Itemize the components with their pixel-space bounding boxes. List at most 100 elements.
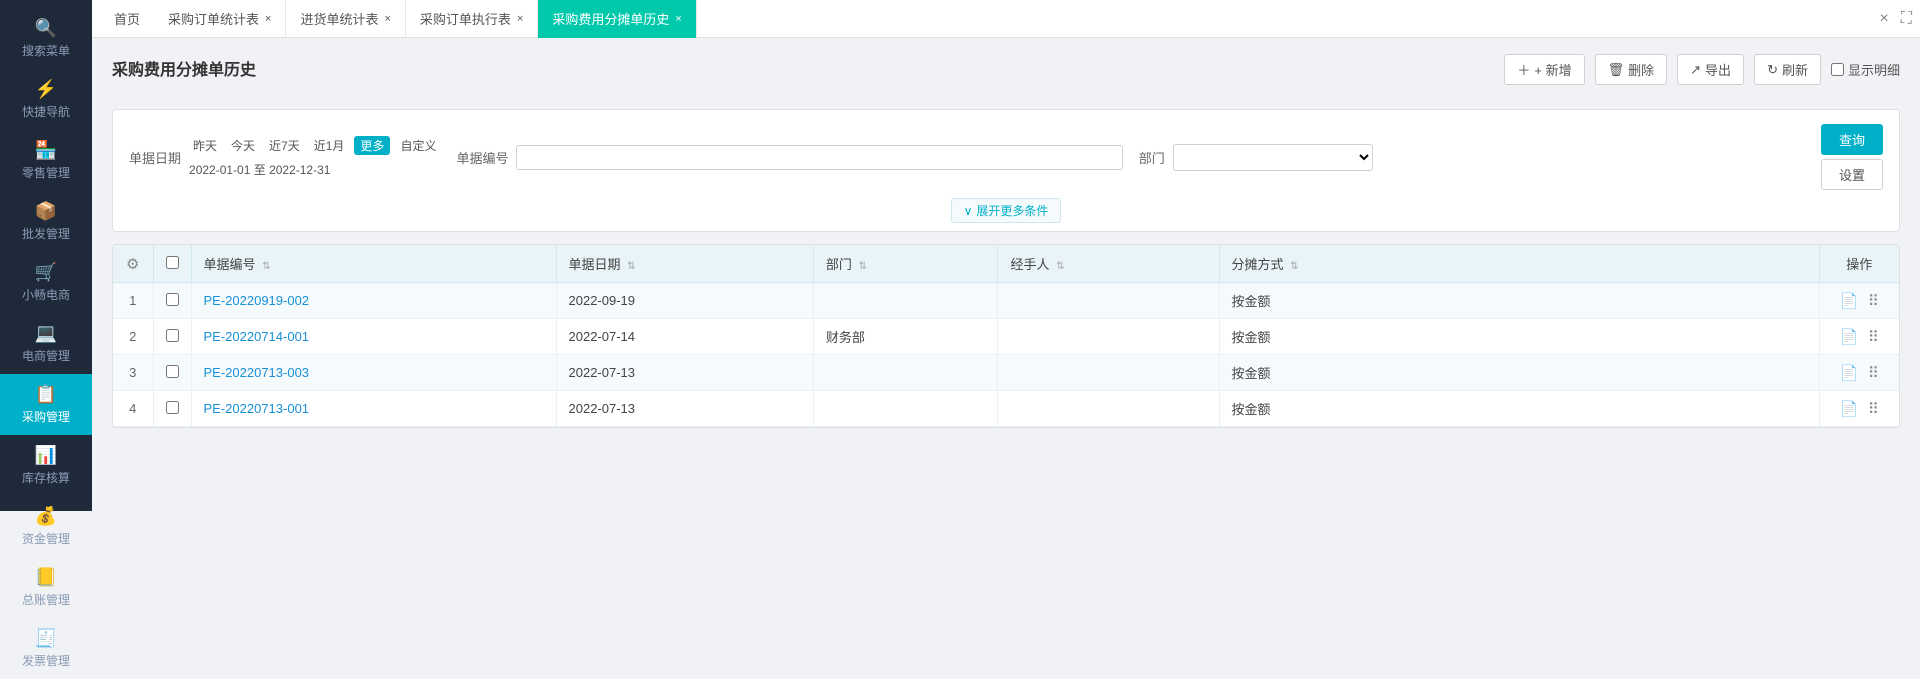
delete-button[interactable]: 🗑 删除 <box>1595 54 1668 85</box>
gear-icon[interactable]: ⚙ <box>126 256 139 273</box>
row-ops-4: 📄 ⠿ <box>1819 391 1899 427</box>
doc-no-link-1[interactable]: PE-20220919-002 <box>204 293 310 308</box>
tab-close-goods-import-stats[interactable]: × <box>384 13 390 25</box>
show-bright-checkbox[interactable] <box>1831 63 1844 76</box>
table-body: 1 PE-20220919-002 2022-09-19 按金额 📄 ⠿ 2 P… <box>113 283 1899 427</box>
doc-no-link-2[interactable]: PE-20220714-001 <box>204 329 310 344</box>
tab-bar: 首页 采购订单统计表 × 进货单统计表 × 采购订单执行表 × 采购费用分摊单历… <box>92 0 1920 38</box>
sort-doc-no-icon[interactable]: ⇅ <box>262 261 270 272</box>
quick-nav-icon: ⚡ <box>4 79 88 100</box>
row-handler-2 <box>998 319 1219 355</box>
tab-home[interactable]: 首页 <box>100 9 154 28</box>
sort-split-method-icon[interactable]: ⇅ <box>1290 261 1298 272</box>
dept-select[interactable] <box>1173 144 1373 171</box>
col-doc-no: 单据编号 ⇅ <box>191 245 556 283</box>
row-num-3: 3 <box>113 355 153 391</box>
sidebar-item-quick-nav[interactable]: ⚡快捷导航 <box>0 69 92 130</box>
row-edit-icon-2[interactable]: 📄 <box>1840 329 1859 346</box>
row-more-icon-4[interactable]: ⠿ <box>1868 401 1879 418</box>
row-doc-date-2: 2022-07-14 <box>556 319 813 355</box>
page-title: 采购费用分摊单历史 <box>112 56 256 80</box>
search-row: 单据日期 昨天 今天 近7天 近1月 更多 自定义 2022-01-01 至 2… <box>129 124 1883 190</box>
sort-dept-icon[interactable]: ⇅ <box>858 261 866 272</box>
export-button[interactable]: ↗ 导出 <box>1677 54 1744 85</box>
fullscreen-icon[interactable]: ⛶ <box>1901 10 1912 28</box>
col-doc-date: 单据日期 ⇅ <box>556 245 813 283</box>
date-label: 单据日期 <box>129 148 181 167</box>
row-doc-no-1: PE-20220919-002 <box>191 283 556 319</box>
tab-close-purchase-order-stats[interactable]: × <box>265 13 271 25</box>
sidebar-item-purchase-mgmt[interactable]: 📋采购管理 <box>0 374 92 435</box>
doc-no-field: 单据编号 <box>456 145 1122 170</box>
sidebar-item-ecommerce-mgmt[interactable]: 💻电商管理 <box>0 313 92 374</box>
row-check-1[interactable] <box>166 293 179 306</box>
add-button[interactable]: ＋ + 新增 <box>1504 54 1584 85</box>
ecommerce-mgmt-icon: 💻 <box>4 323 88 344</box>
row-checkbox-1 <box>153 283 191 319</box>
expand-conditions-button[interactable]: ∨ 展开更多条件 <box>951 198 1062 223</box>
tab-goods-import-stats[interactable]: 进货单统计表 × <box>286 0 405 38</box>
search-area: 单据日期 昨天 今天 近7天 近1月 更多 自定义 2022-01-01 至 2… <box>112 109 1900 232</box>
shortcut-yesterday[interactable]: 昨天 <box>189 136 221 155</box>
doc-no-label: 单据编号 <box>456 148 508 167</box>
sidebar-item-inventory[interactable]: 📊库存核算 <box>0 435 92 496</box>
sidebar: 🔍搜索菜单⚡快捷导航🏪零售管理📦批发管理🛒小畅电商💻电商管理📋采购管理📊库存核算… <box>0 0 92 511</box>
sidebar-item-wholesale-mgmt[interactable]: 📦批发管理 <box>0 191 92 252</box>
shortcut-today[interactable]: 今天 <box>227 136 259 155</box>
row-check-2[interactable] <box>166 329 179 342</box>
shortcut-more[interactable]: 更多 <box>354 136 390 155</box>
export-icon: ↗ <box>1690 62 1701 78</box>
row-split-method-2: 按金额 <box>1219 319 1819 355</box>
row-check-4[interactable] <box>166 401 179 414</box>
search-button[interactable]: 查询 <box>1821 124 1883 155</box>
sort-doc-date-icon[interactable]: ⇅ <box>627 261 635 272</box>
expand-row: ∨ 展开更多条件 <box>129 198 1883 223</box>
sidebar-item-general-ledger[interactable]: 📒总账管理 <box>0 557 92 618</box>
row-num-2: 2 <box>113 319 153 355</box>
select-all-checkbox[interactable] <box>166 256 179 269</box>
row-ops-2: 📄 ⠿ <box>1819 319 1899 355</box>
tab-close-purchase-order-exec[interactable]: × <box>517 13 523 25</box>
row-more-icon-1[interactable]: ⠿ <box>1868 293 1879 310</box>
settings-button[interactable]: 设置 <box>1821 159 1883 190</box>
row-doc-date-3: 2022-07-13 <box>556 355 813 391</box>
row-edit-icon-1[interactable]: 📄 <box>1840 293 1859 310</box>
close-window-icon[interactable]: × <box>1879 10 1888 28</box>
row-split-method-4: 按金额 <box>1219 391 1819 427</box>
sidebar-item-mini-ecommerce[interactable]: 🛒小畅电商 <box>0 252 92 313</box>
row-doc-date-1: 2022-09-19 <box>556 283 813 319</box>
sidebar-item-invoice-mgmt[interactable]: 🧾发票管理 <box>0 618 92 679</box>
data-table-container: ⚙ 单据编号 ⇅ 单据日期 ⇅ <box>112 244 1900 428</box>
table-row: 3 PE-20220713-003 2022-07-13 按金额 📄 ⠿ <box>113 355 1899 391</box>
sidebar-item-search-menu[interactable]: 🔍搜索菜单 <box>0 8 92 69</box>
shortcut-7days[interactable]: 近7天 <box>265 136 304 155</box>
tab-purchase-cost-history[interactable]: 采购费用分摊单历史 × <box>538 0 696 38</box>
show-bright-label[interactable]: 显示明细 <box>1831 60 1900 79</box>
shortcut-custom[interactable]: 自定义 <box>396 136 440 155</box>
tab-close-purchase-cost-history[interactable]: × <box>675 13 681 25</box>
table-header-row: ⚙ 单据编号 ⇅ 单据日期 ⇅ <box>113 245 1899 283</box>
row-handler-1 <box>998 283 1219 319</box>
sidebar-item-retail-mgmt[interactable]: 🏪零售管理 <box>0 130 92 191</box>
row-check-3[interactable] <box>166 365 179 378</box>
refresh-button[interactable]: ↻ 刷新 <box>1754 54 1821 85</box>
row-more-icon-3[interactable]: ⠿ <box>1868 365 1879 382</box>
dept-field: 部门 <box>1139 144 1805 171</box>
tab-purchase-order-exec[interactable]: 采购订单执行表 × <box>406 0 538 38</box>
tab-purchase-order-stats[interactable]: 采购订单统计表 × <box>154 0 286 38</box>
row-dept-4 <box>813 391 998 427</box>
sidebar-item-capital-mgmt[interactable]: 💰资金管理 <box>0 496 92 557</box>
row-edit-icon-3[interactable]: 📄 <box>1840 365 1859 382</box>
row-more-icon-2[interactable]: ⠿ <box>1868 329 1879 346</box>
row-doc-no-2: PE-20220714-001 <box>191 319 556 355</box>
row-doc-no-3: PE-20220713-003 <box>191 355 556 391</box>
doc-no-link-4[interactable]: PE-20220713-001 <box>204 401 310 416</box>
row-edit-icon-4[interactable]: 📄 <box>1840 401 1859 418</box>
sort-handler-icon[interactable]: ⇅ <box>1056 261 1064 272</box>
wholesale-mgmt-icon: 📦 <box>4 201 88 222</box>
col-dept: 部门 ⇅ <box>813 245 998 283</box>
doc-no-input[interactable] <box>516 145 1122 170</box>
doc-no-link-3[interactable]: PE-20220713-003 <box>204 365 310 380</box>
shortcut-1month[interactable]: 近1月 <box>310 136 349 155</box>
chevron-down-icon: ∨ <box>964 204 973 218</box>
